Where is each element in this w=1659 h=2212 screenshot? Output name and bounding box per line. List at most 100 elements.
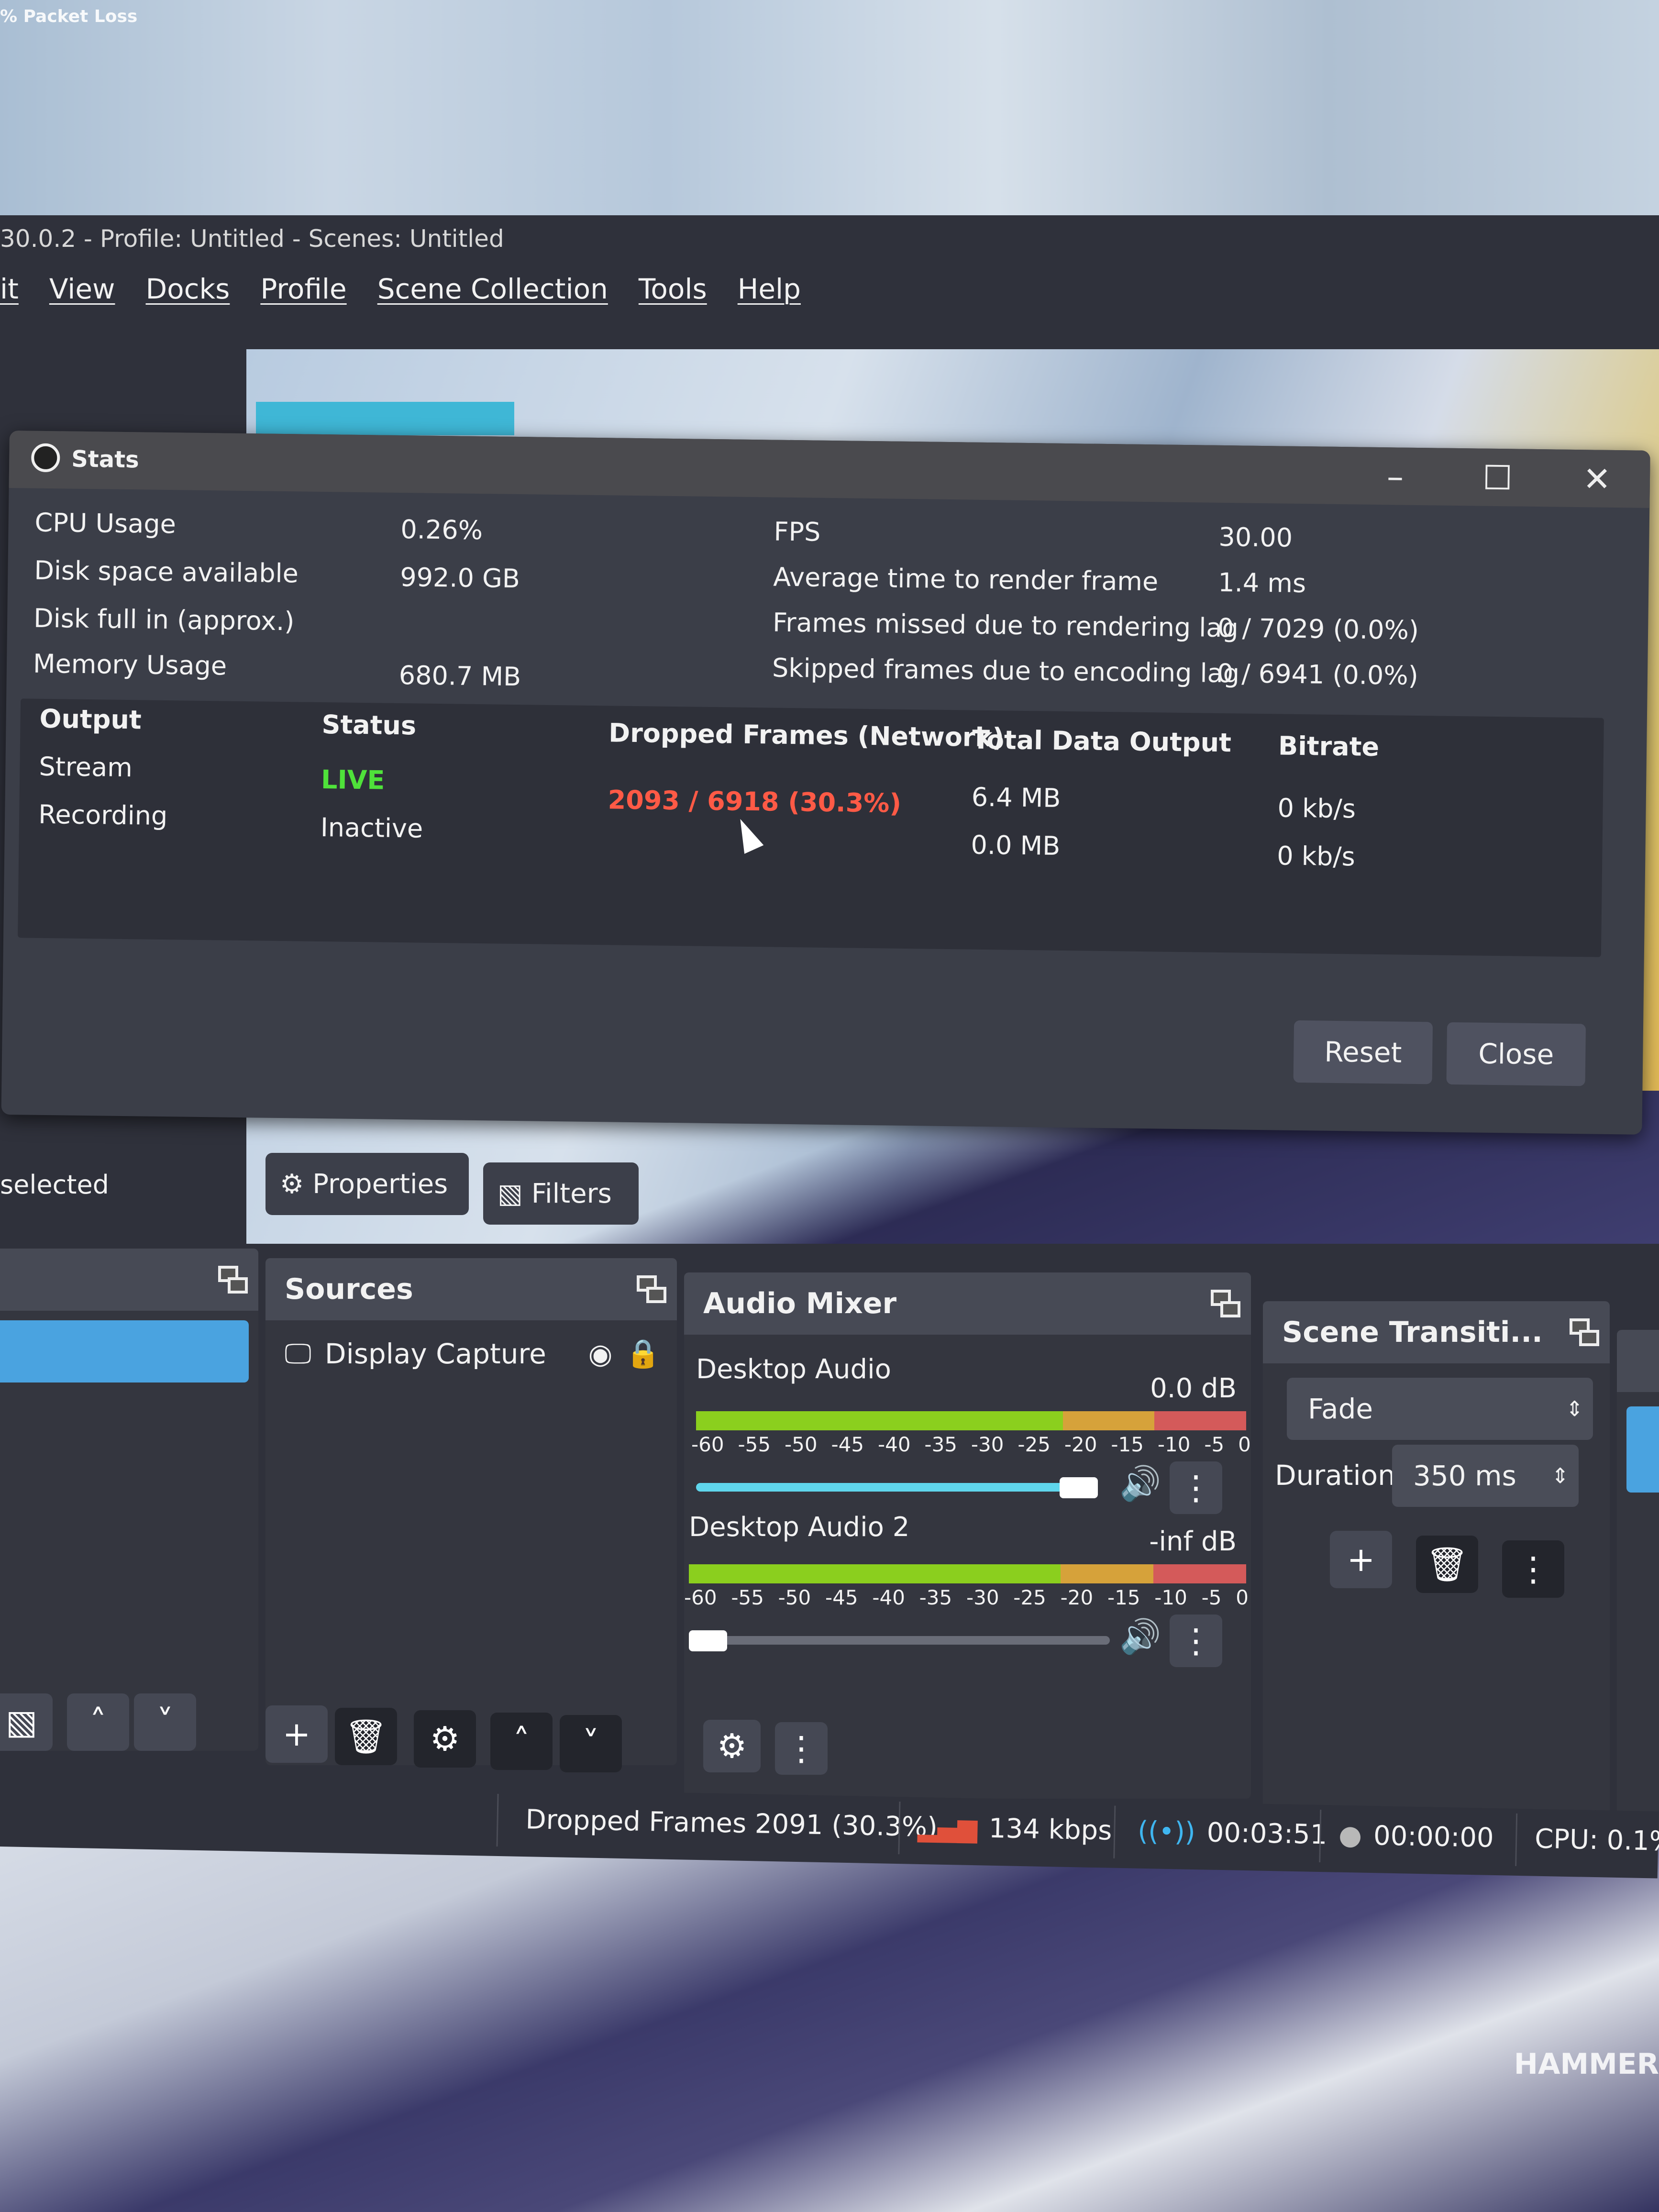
remove-source-button[interactable]: 🗑 [335, 1708, 397, 1765]
mouse-cursor-icon [730, 814, 764, 854]
bitrate-text: 134 kbps [988, 1813, 1112, 1847]
tick-label: -15 [1107, 1586, 1140, 1609]
volume-slider-handle[interactable] [1060, 1477, 1098, 1498]
filters-icon: ▧ [498, 1178, 523, 1209]
menu-scene-collection[interactable]: Scene Collection [377, 273, 608, 305]
stat-value: 0 / 7029 (0.0%) [1217, 612, 1419, 646]
audio-mixer-dock-title: Audio Mixer [703, 1287, 897, 1320]
add-source-button[interactable]: + [265, 1705, 328, 1763]
monitor-icon: 🖵 [285, 1337, 311, 1370]
stat-label: Skipped frames due to encoding lag [772, 653, 1240, 689]
undock-icon[interactable] [1570, 1318, 1599, 1347]
volume-slider[interactable] [689, 1636, 1110, 1645]
minimize-icon[interactable]: – [1387, 457, 1404, 496]
close-icon[interactable]: ✕ [1583, 459, 1612, 499]
source-move-down-button[interactable]: ˅ [560, 1715, 622, 1772]
plus-icon: + [1347, 1540, 1375, 1579]
dropped-frames-status: Dropped Frames 2091 (30.3%) [525, 1804, 938, 1843]
tick-label: -20 [1060, 1586, 1094, 1609]
stat-label: Disk space available [34, 555, 299, 589]
menu-profile[interactable]: Profile [260, 273, 346, 305]
menu-help[interactable]: Help [738, 273, 801, 305]
duration-label: Duration [1275, 1459, 1395, 1492]
menu-docks[interactable]: Docks [146, 273, 230, 305]
audio-channel-level: 0.0 dB [1150, 1373, 1237, 1404]
scene-move-down-button[interactable]: ˅ [134, 1693, 196, 1751]
menu-tools[interactable]: Tools [639, 273, 707, 305]
sources-dock: Sources 🖵 Display Capture ◉ 🔒 + 🗑 ⚙ ˄ ˅ [265, 1258, 677, 1772]
speaker-icon[interactable]: 🔊 [1119, 1464, 1161, 1504]
audio-channel-name: Desktop Audio 2 [689, 1512, 910, 1543]
audio-channel-menu-button[interactable]: ⋮ [1170, 1615, 1222, 1667]
obs-logo-icon [31, 443, 60, 473]
eye-visibility-icon[interactable]: ◉ [588, 1338, 613, 1370]
tick-label: -45 [825, 1586, 858, 1609]
stat-label: FPS [774, 516, 821, 547]
start-streaming-button[interactable] [1626, 1406, 1659, 1493]
tick-label: -10 [1157, 1433, 1191, 1456]
tick-label: -20 [1064, 1433, 1097, 1456]
controls-dock-header [1617, 1330, 1659, 1392]
tick-label: -25 [1013, 1586, 1046, 1609]
tick-label: -35 [924, 1433, 958, 1456]
scene-filters-button[interactable]: ▧ [0, 1693, 53, 1751]
scene-list-item-selected[interactable] [0, 1320, 249, 1382]
source-item[interactable]: 🖵 Display Capture ◉ 🔒 [285, 1337, 661, 1370]
scene-transitions-dock-header: Scene Transiti... [1263, 1301, 1610, 1363]
speaker-icon[interactable]: 🔊 [1119, 1617, 1161, 1657]
column-header: Output [39, 703, 142, 735]
duration-value: 350 ms [1413, 1460, 1516, 1492]
meter-red-zone [1154, 1411, 1247, 1430]
volume-slider[interactable] [696, 1483, 1098, 1492]
meter-green-zone [696, 1411, 1063, 1430]
stat-value: 680.7 MB [398, 660, 521, 692]
tick-label: -30 [966, 1586, 999, 1609]
menu-edit[interactable]: it [0, 273, 19, 305]
audio-mixer-dock-header: Audio Mixer [684, 1272, 1251, 1335]
kebab-menu-icon: ⋮ [1516, 1549, 1550, 1589]
tick-label: -30 [971, 1433, 1004, 1456]
background-brand-text: HAMMER [1514, 2047, 1659, 2081]
streaming-icon: ((•)) [1137, 1815, 1196, 1848]
menu-view[interactable]: View [49, 273, 115, 305]
close-button[interactable]: Close [1446, 1022, 1586, 1086]
tick-label: -35 [919, 1586, 952, 1609]
total-data-output: 0.0 MB [971, 830, 1061, 861]
stat-value: 992.0 GB [399, 562, 520, 594]
filters-button[interactable]: ▧ Filters [483, 1162, 639, 1225]
output-name: Recording [38, 799, 168, 831]
game-notification [256, 402, 514, 435]
bitrate-value: 0 kb/s [1277, 793, 1356, 824]
chevron-up-icon: ˄ [89, 1703, 107, 1742]
source-properties-button[interactable]: ⚙ [414, 1710, 476, 1768]
add-transition-button[interactable]: + [1330, 1531, 1392, 1588]
status-badge: LIVE [321, 764, 385, 796]
advanced-audio-properties-button[interactable]: ⚙ [703, 1720, 761, 1772]
scene-move-up-button[interactable]: ˄ [67, 1693, 129, 1751]
undock-icon[interactable] [1211, 1290, 1240, 1318]
sources-dock-title: Sources [285, 1272, 413, 1306]
audio-channel-menu-button[interactable]: ⋮ [1170, 1461, 1222, 1514]
audio-mixer-menu-button[interactable]: ⋮ [775, 1722, 828, 1775]
audio-channel-name: Desktop Audio [696, 1354, 891, 1385]
volume-slider-handle[interactable] [689, 1630, 727, 1651]
undock-icon[interactable] [218, 1266, 248, 1294]
audio-meter [689, 1564, 1247, 1583]
duration-spinbox[interactable]: 350 ms ⇕ [1392, 1445, 1579, 1507]
record-time-status: ● 00:00:00 [1338, 1820, 1494, 1854]
lock-icon[interactable]: 🔒 [626, 1337, 660, 1370]
output-stats-table: Output Status Dropped Frames (Network) T… [18, 698, 1604, 957]
audio-mixer-dock: Audio Mixer Desktop Audio 0.0 dB -60 -55… [684, 1272, 1251, 1799]
reset-button[interactable]: Reset [1293, 1020, 1433, 1084]
undock-icon[interactable] [637, 1275, 666, 1304]
transition-menu-button[interactable]: ⋮ [1502, 1540, 1564, 1598]
remove-transition-button[interactable]: 🗑 [1416, 1536, 1478, 1593]
meter-yellow-zone [1060, 1564, 1153, 1583]
meter-red-zone [1153, 1564, 1247, 1583]
filters-icon: ▧ [5, 1703, 38, 1742]
transition-select[interactable]: Fade ⇕ [1287, 1378, 1593, 1440]
source-move-up-button[interactable]: ˄ [490, 1713, 553, 1770]
maximize-icon[interactable]: ☐ [1482, 458, 1513, 498]
stat-label: Average time to render frame [773, 562, 1159, 597]
properties-button[interactable]: ⚙ Properties [265, 1153, 469, 1215]
